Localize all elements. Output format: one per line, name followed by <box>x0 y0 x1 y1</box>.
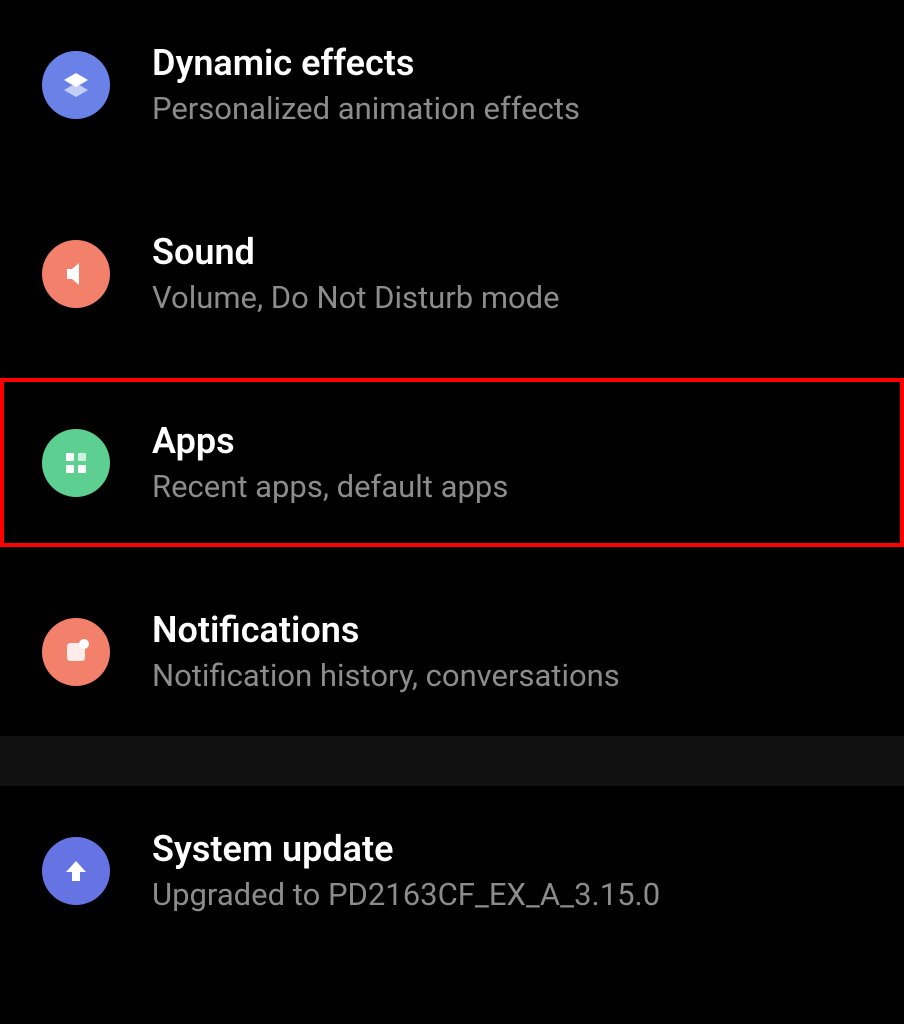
item-title: Dynamic effects <box>152 42 580 84</box>
item-title: System update <box>152 828 660 870</box>
arrow-up-icon <box>42 837 110 905</box>
item-text: System update Upgraded to PD2163CF_EX_A_… <box>152 828 660 913</box>
item-title: Sound <box>152 231 560 273</box>
settings-list: Dynamic effects Personalized animation e… <box>0 0 904 955</box>
volume-icon <box>42 240 110 308</box>
item-text: Dynamic effects Personalized animation e… <box>152 42 580 127</box>
settings-item-dynamic-effects[interactable]: Dynamic effects Personalized animation e… <box>0 0 904 169</box>
section-divider <box>0 736 904 786</box>
notification-icon <box>42 618 110 686</box>
item-subtitle: Personalized animation effects <box>152 90 580 127</box>
item-subtitle: Recent apps, default apps <box>152 468 508 505</box>
settings-item-apps[interactable]: Apps Recent apps, default apps <box>0 378 904 547</box>
item-subtitle: Volume, Do Not Disturb mode <box>152 279 560 316</box>
item-subtitle: Upgraded to PD2163CF_EX_A_3.15.0 <box>152 876 660 913</box>
item-subtitle: Notification history, conversations <box>152 657 620 694</box>
item-text: Sound Volume, Do Not Disturb mode <box>152 231 560 316</box>
grid-icon <box>42 429 110 497</box>
settings-item-sound[interactable]: Sound Volume, Do Not Disturb mode <box>0 189 904 358</box>
settings-item-notifications[interactable]: Notifications Notification history, conv… <box>0 567 904 736</box>
item-title: Apps <box>152 420 508 462</box>
layers-icon <box>42 51 110 119</box>
item-text: Notifications Notification history, conv… <box>152 609 620 694</box>
item-title: Notifications <box>152 609 620 651</box>
item-text: Apps Recent apps, default apps <box>152 420 508 505</box>
settings-item-system-update[interactable]: System update Upgraded to PD2163CF_EX_A_… <box>0 786 904 955</box>
